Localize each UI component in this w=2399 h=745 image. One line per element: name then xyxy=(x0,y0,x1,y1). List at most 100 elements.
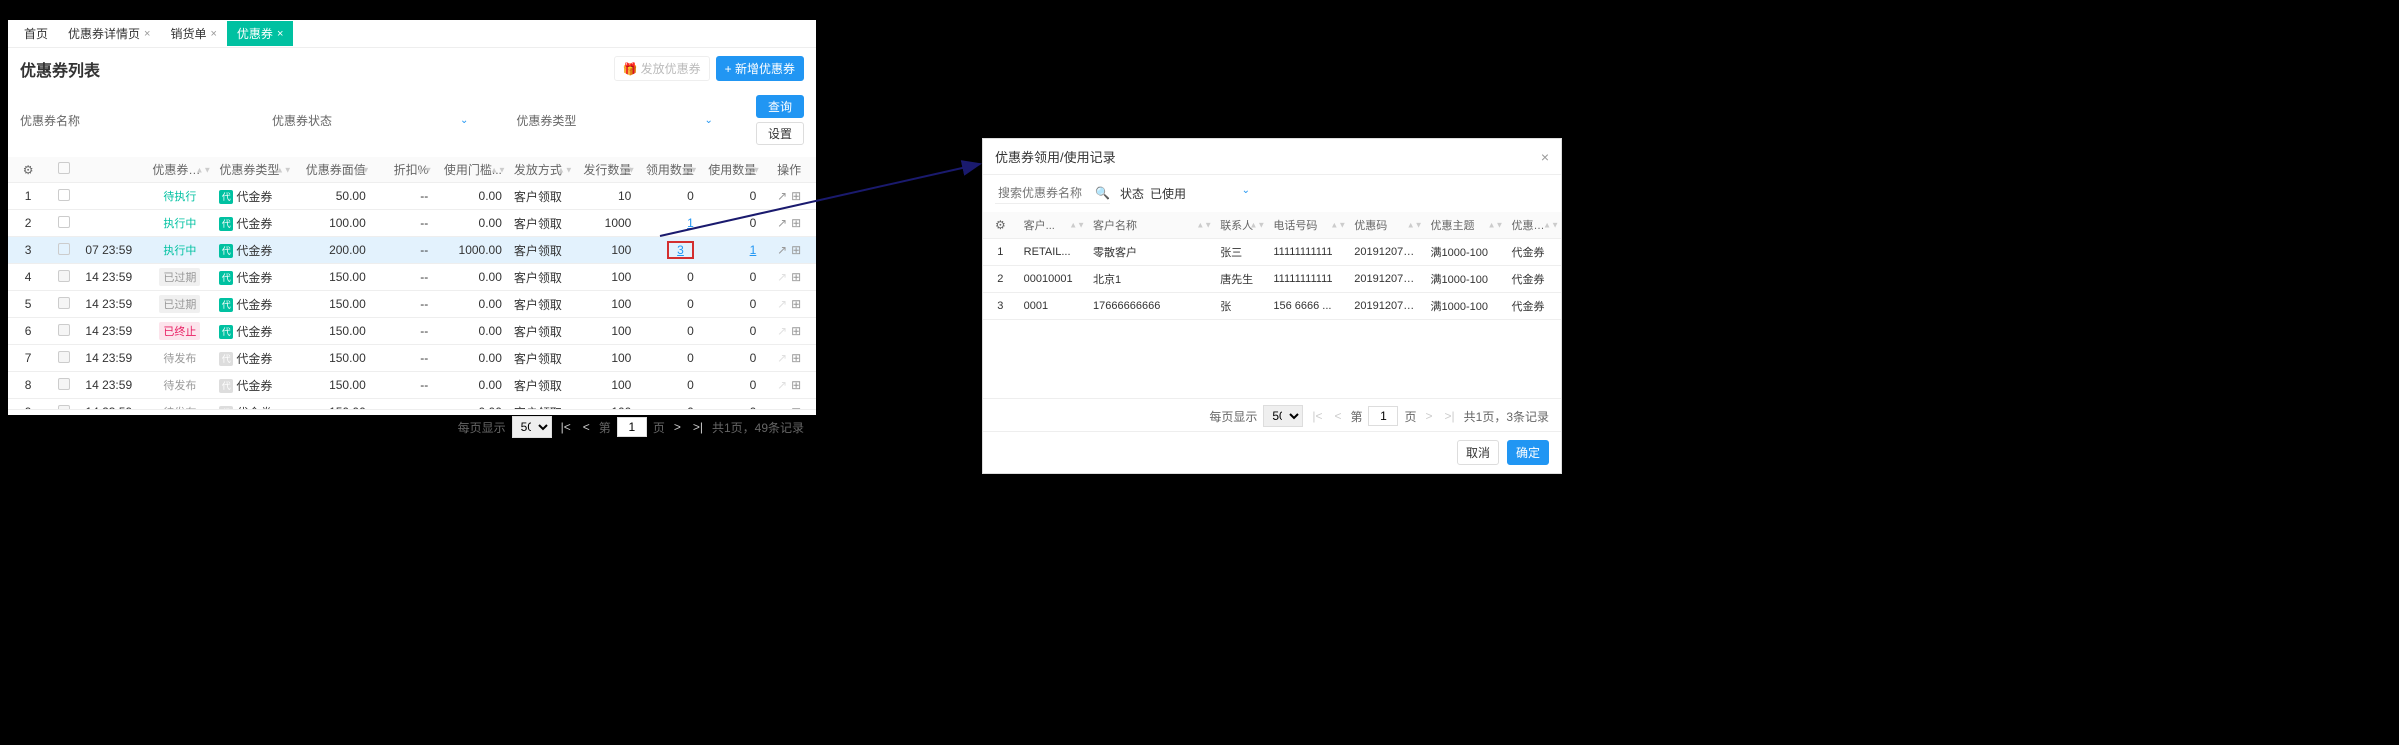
sort-icon[interactable]: ▲▼ xyxy=(1196,223,1212,228)
row-method: 客户领取 xyxy=(508,345,575,372)
share-icon[interactable]: ↗ xyxy=(777,243,787,257)
search-icon[interactable]: 🔍 xyxy=(1095,186,1110,200)
status-badge: 已过期 xyxy=(159,295,200,313)
gear-icon[interactable]: ⚙ xyxy=(995,218,1006,232)
close-icon[interactable]: × xyxy=(1541,149,1549,165)
col-header[interactable]: 客户名称 xyxy=(1093,220,1137,232)
query-button[interactable]: 查询 xyxy=(756,95,804,118)
settings-button[interactable]: 设置 xyxy=(756,122,804,145)
col-header[interactable]: 电话号码 xyxy=(1273,220,1317,232)
row-checkbox[interactable] xyxy=(58,243,70,255)
customer-name: 北京1 xyxy=(1087,266,1214,293)
table-row[interactable]: 5 14 23:59 已过期 代代金券 150.00 -- 0.00 客户领取 … xyxy=(8,291,816,318)
col-header[interactable]: 优惠主题 xyxy=(1431,220,1475,232)
share-icon[interactable]: ↗ xyxy=(777,189,787,203)
qrcode-icon[interactable]: ⊞ xyxy=(791,216,801,230)
tab-label: 销货单 xyxy=(170,25,206,42)
sort-icon[interactable]: ▲▼ xyxy=(416,167,432,172)
tab-coupon-detail[interactable]: 优惠券详情页× xyxy=(58,21,160,46)
col-header[interactable]: 客户... xyxy=(1024,220,1055,232)
qrcode-icon[interactable]: ⊞ xyxy=(791,351,801,365)
qrcode-icon[interactable]: ⊞ xyxy=(791,270,801,284)
col-header[interactable]: 发放方式 xyxy=(514,163,562,177)
qrcode-icon[interactable]: ⊞ xyxy=(791,189,801,203)
sort-icon[interactable]: ▲▼ xyxy=(1543,223,1559,228)
sort-icon[interactable]: ▲▼ xyxy=(1330,223,1346,228)
sort-icon[interactable]: ▲▼ xyxy=(620,167,636,172)
sort-icon[interactable]: ▲▼ xyxy=(1250,223,1266,228)
sort-icon[interactable]: ▲▼ xyxy=(1407,223,1423,228)
gear-icon[interactable]: ⚙ xyxy=(23,163,34,177)
phone: 11111111111 xyxy=(1267,239,1348,266)
row-checkbox[interactable] xyxy=(58,216,70,228)
share-icon[interactable]: ↗ xyxy=(777,216,787,230)
page-input[interactable] xyxy=(617,417,647,437)
table-row[interactable]: 3 0001 17666666666 张 156 6666 ... 201912… xyxy=(983,293,1561,320)
qrcode-icon[interactable]: ⊞ xyxy=(791,378,801,392)
col-header[interactable]: 优惠券类型 xyxy=(219,163,279,177)
page-input[interactable] xyxy=(1368,406,1398,426)
table-row[interactable]: 1 待执行 代代金券 50.00 -- 0.00 客户领取 10 0 0 ↗⊞ xyxy=(8,183,816,210)
claim-count-link[interactable]: 1 xyxy=(687,216,694,230)
sort-icon[interactable]: ▲▼ xyxy=(557,167,573,172)
next-page-button[interactable]: > xyxy=(1423,409,1436,423)
filter-name-input[interactable] xyxy=(84,111,204,130)
add-coupon-button[interactable]: + 新增优惠券 xyxy=(716,56,804,81)
qrcode-icon[interactable]: ⊞ xyxy=(791,297,801,311)
table-row[interactable]: 4 14 23:59 已过期 代代金券 150.00 -- 0.00 客户领取 … xyxy=(8,264,816,291)
tab-home[interactable]: 首页 xyxy=(14,21,58,46)
qrcode-icon[interactable]: ⊞ xyxy=(791,405,801,409)
next-page-button[interactable]: > xyxy=(671,420,684,434)
first-page-button[interactable]: |< xyxy=(558,420,574,434)
use-count-link[interactable]: 1 xyxy=(750,243,757,257)
search-input[interactable] xyxy=(995,183,1095,203)
sort-icon[interactable]: ▲▼ xyxy=(744,167,760,172)
table-row[interactable]: 6 14 23:59 已终止 代代金券 150.00 -- 0.00 客户领取 … xyxy=(8,318,816,345)
close-icon[interactable]: × xyxy=(144,28,150,40)
prev-page-button[interactable]: < xyxy=(1331,409,1344,423)
modal-status-select[interactable]: 已使用⌄ xyxy=(1150,185,1250,202)
coupon-type: 代金券 xyxy=(1505,239,1561,266)
select-all-checkbox[interactable] xyxy=(58,162,70,174)
row-number: 9 xyxy=(8,399,48,410)
table-row[interactable]: 8 14 23:59 待发布 代代金券 150.00 -- 0.00 客户领取 … xyxy=(8,372,816,399)
col-header[interactable]: 优惠码 xyxy=(1354,220,1387,232)
cancel-button[interactable]: 取消 xyxy=(1457,440,1499,465)
row-claim: 0 xyxy=(637,345,699,372)
share-icon: ↗ xyxy=(777,378,787,392)
tab-coupon[interactable]: 优惠券× xyxy=(227,21,293,46)
coupon-type-text: 代金券 xyxy=(236,244,272,258)
row-amount: 150.00 xyxy=(294,372,372,399)
table-row[interactable]: 7 14 23:59 待发布 代代金券 150.00 -- 0.00 客户领取 … xyxy=(8,345,816,372)
first-page-button[interactable]: |< xyxy=(1309,409,1325,423)
qrcode-icon[interactable]: ⊞ xyxy=(791,324,801,338)
sort-icon[interactable]: ▲▼ xyxy=(195,167,211,172)
col-header[interactable]: 联系人 xyxy=(1220,220,1253,232)
table-row[interactable]: 1 RETAIL... 零散客户 张三 11111111111 20191207… xyxy=(983,239,1561,266)
sort-icon[interactable]: ▲▼ xyxy=(1488,223,1504,228)
sort-icon[interactable]: ▲▼ xyxy=(354,167,370,172)
table-row[interactable]: 2 00010001 北京1 唐先生 11111111111 20191207O… xyxy=(983,266,1561,293)
qrcode-icon[interactable]: ⊞ xyxy=(791,243,801,257)
last-page-button[interactable]: >| xyxy=(690,420,706,434)
row-checkbox[interactable] xyxy=(58,189,70,201)
sort-icon[interactable]: ▲▼ xyxy=(1069,223,1085,228)
sort-icon[interactable]: ▲▼ xyxy=(682,167,698,172)
per-page-select[interactable]: 50 xyxy=(512,416,552,438)
claim-count-link[interactable]: 3 xyxy=(677,243,684,257)
row-issue: 100 xyxy=(575,345,637,372)
tab-sales-order[interactable]: 销货单 × xyxy=(160,21,226,46)
table-row[interactable]: 3 07 23:59 执行中 代代金券 200.00 -- 1000.00 客户… xyxy=(8,237,816,264)
confirm-button[interactable]: 确定 xyxy=(1507,440,1549,465)
last-page-button[interactable]: >| xyxy=(1442,409,1458,423)
close-icon[interactable]: × xyxy=(210,28,216,40)
table-row[interactable]: 2 执行中 代代金券 100.00 -- 0.00 客户领取 1000 1 0 … xyxy=(8,210,816,237)
table-row[interactable]: 9 14 23:59 待发布 代代金券 150.00 -- 0.00 客户领取 … xyxy=(8,399,816,410)
per-page-select[interactable]: 50 xyxy=(1263,405,1303,427)
prev-page-button[interactable]: < xyxy=(580,420,593,434)
sort-icon[interactable]: ▲▼ xyxy=(276,167,292,172)
row-discount: -- xyxy=(372,372,434,399)
close-icon[interactable]: × xyxy=(277,28,283,40)
customer-name: 17666666666 xyxy=(1087,293,1214,320)
sort-icon[interactable]: ▲▼ xyxy=(490,167,506,172)
